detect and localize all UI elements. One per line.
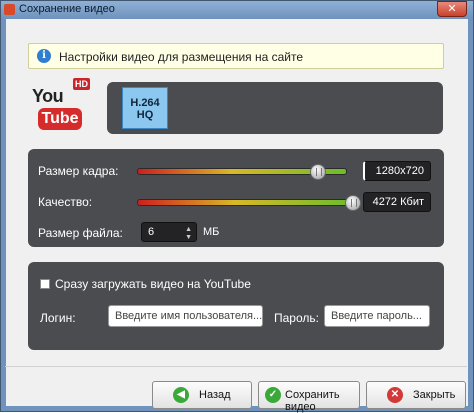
save-video-button[interactable]: ✓ Сохранить видео	[258, 381, 360, 413]
logo-hd-badge: HD	[73, 78, 90, 90]
file-size-unit: МБ	[203, 226, 220, 238]
format-line1: H.264	[130, 97, 160, 109]
upload-checkbox[interactable]	[40, 279, 50, 289]
save-check-icon: ✓	[265, 387, 281, 403]
quality-slider-thumb[interactable]	[345, 195, 361, 211]
format-h264-hq[interactable]: H.264 HQ	[122, 87, 168, 129]
app-icon	[4, 4, 15, 15]
back-button-label: Назад	[199, 389, 231, 401]
format-line2: HQ	[136, 109, 154, 121]
quality-label: Качество:	[38, 195, 93, 209]
frame-size-label: Размер кадра:	[38, 164, 119, 178]
close-button[interactable]: ✕ Закрыть	[366, 381, 466, 409]
quality-slider-track[interactable]	[137, 199, 353, 206]
upload-checkbox-label[interactable]: Сразу загружать видео на YouTube	[55, 277, 251, 291]
close-button-label: Закрыть	[413, 389, 456, 401]
logo-tube-text: Tube	[38, 108, 82, 130]
frame-size-value[interactable]: 1280x720	[363, 161, 431, 181]
login-label: Логин:	[40, 311, 76, 325]
back-button[interactable]: ◀ Назад	[152, 381, 252, 409]
frame-size-slider-thumb[interactable]	[309, 164, 326, 180]
password-input[interactable]: Введите пароль...	[324, 305, 430, 327]
password-label: Пароль:	[274, 311, 319, 325]
title-bar[interactable]: Сохранение видео ✕	[1, 1, 473, 19]
window-close-button[interactable]: ✕	[437, 1, 467, 17]
window-title: Сохранение видео	[19, 3, 115, 15]
stepper-down-icon[interactable]: ▼	[185, 234, 192, 241]
file-size-stepper[interactable]: 6 ▲ ▼	[141, 222, 197, 242]
footer-divider	[5, 366, 467, 367]
file-size-label: Размер файла:	[38, 226, 123, 240]
close-x-icon: ✕	[387, 387, 403, 403]
info-bar: i Настройки видео для размещения на сайт…	[28, 43, 444, 69]
file-size-value: 6	[148, 226, 155, 238]
stepper-up-icon[interactable]: ▲	[185, 226, 192, 233]
quality-value[interactable]: 4272 Кбит	[363, 192, 431, 212]
youtube-logo: You HD Tube	[32, 78, 90, 134]
login-input[interactable]: Введите имя пользователя...	[108, 305, 263, 327]
info-text: Настройки видео для размещения на сайте	[59, 50, 304, 64]
back-arrow-icon: ◀	[173, 387, 189, 403]
info-icon: i	[37, 49, 51, 63]
save-video-button-label: Сохранить видео	[285, 389, 340, 413]
